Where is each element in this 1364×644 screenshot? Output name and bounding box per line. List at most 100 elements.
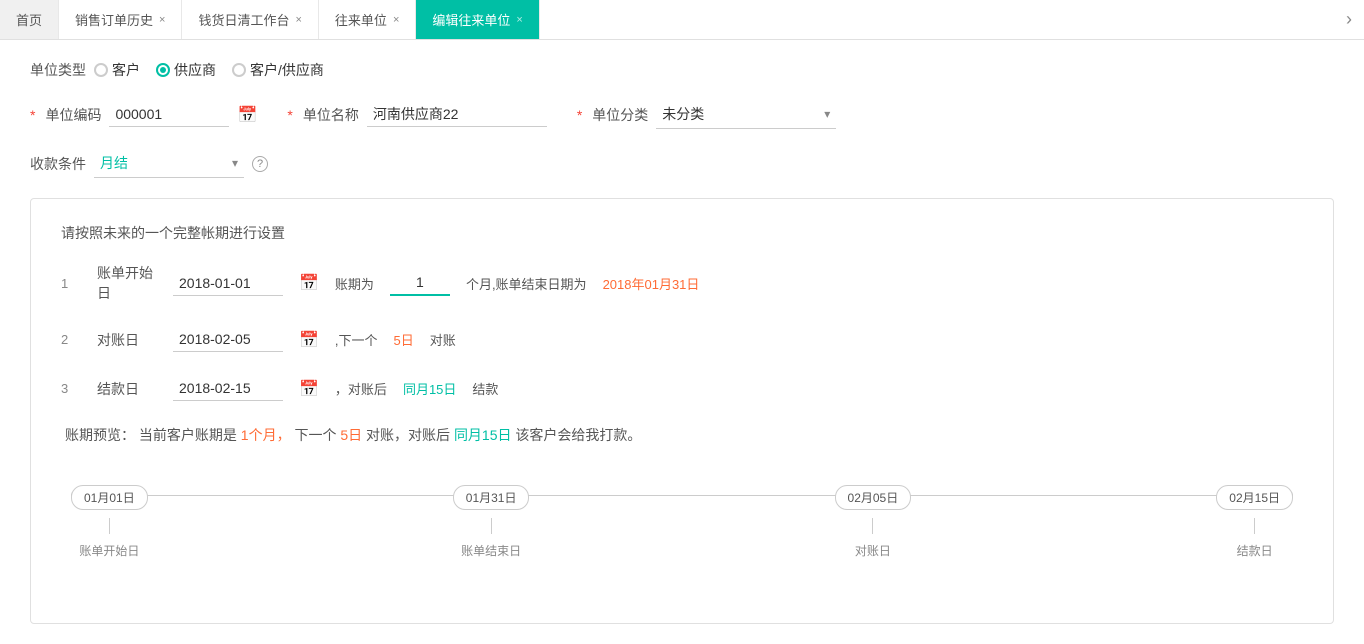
preview-label: 账期预览： — [65, 427, 135, 443]
tab-sales-history-label: 销售订单历史 — [75, 10, 153, 29]
period-row-3-highlight: 同月15日 — [403, 379, 456, 398]
unit-name-required: * — [287, 107, 292, 123]
period-row-1-desc-prefix: 账期为 — [335, 274, 374, 293]
period-row-1-desc-suffix: 个月,账单结束日期为 — [466, 274, 587, 293]
period-row-2-cal-icon[interactable]: 📅 — [299, 330, 319, 350]
timeline-tick-2 — [491, 518, 492, 534]
payment-terms-value: 月结 — [100, 153, 228, 173]
timeline-label-4: 结款日 — [1237, 542, 1273, 559]
tab-sales-history-close[interactable]: × — [159, 14, 165, 26]
period-row-1-date[interactable] — [173, 271, 283, 296]
unit-name-field: * 单位名称 — [287, 102, 546, 127]
timeline-label-2: 账单结束日 — [461, 542, 521, 559]
period-row-3-cal-icon[interactable]: 📅 — [299, 379, 319, 399]
tab-partners-close[interactable]: × — [393, 14, 399, 26]
tab-partners[interactable]: 往来单位 × — [319, 0, 416, 39]
timeline-point-4: 02月15日 结款日 — [1216, 485, 1293, 559]
timeline-badge-2: 01月31日 — [453, 485, 530, 510]
period-row-3: 3 结款日 📅 ，对账后 同月15日 结款 — [61, 376, 1303, 401]
timeline-point-2: 01月31日 账单结束日 — [453, 485, 530, 559]
period-row-3-date[interactable] — [173, 376, 283, 401]
unit-name-label: 单位名称 — [303, 105, 359, 125]
tab-edit-partner[interactable]: 编辑往来单位 × — [416, 0, 539, 39]
radio-supplier-label: 供应商 — [174, 60, 216, 80]
period-row-3-num: 3 — [61, 381, 81, 396]
unit-category-value: 未分类 — [662, 104, 820, 124]
main-content: 单位类型 客户 供应商 客户/供应商 * 单位编码 — [0, 40, 1364, 644]
unit-code-required: * — [30, 107, 35, 123]
preview-text-prefix: 当前客户账期是 — [139, 427, 237, 443]
timeline-point-3: 02月05日 对账日 — [835, 485, 912, 559]
timeline-badge-1: 01月01日 — [71, 485, 148, 510]
period-row-2-num: 2 — [61, 332, 81, 347]
timeline-tick-1 — [109, 518, 110, 534]
timeline-label-3: 对账日 — [855, 542, 891, 559]
period-row-1: 1 账单开始日 📅 账期为 个月,账单结束日期为 2018年01月31日 — [61, 263, 1303, 303]
tab-cash-workbench-label: 钱货日清工作台 — [198, 10, 289, 29]
period-box-title: 请按照未来的一个完整帐期进行设置 — [61, 223, 1303, 243]
unit-type-label: 单位类型 — [30, 60, 86, 80]
period-row-1-label: 账单开始日 — [97, 263, 157, 303]
radio-both-label: 客户/供应商 — [250, 60, 324, 80]
radio-customer-circle — [94, 63, 108, 77]
tab-cash-workbench-close[interactable]: × — [295, 14, 301, 26]
radio-both[interactable]: 客户/供应商 — [232, 60, 324, 80]
preview-period-highlight: 1个月， — [241, 427, 291, 443]
preview-section: 账期预览： 当前客户账期是 1个月， 下一个 5日 对账，对账后 同月15日 该… — [61, 425, 1303, 599]
unit-type-row: 单位类型 客户 供应商 客户/供应商 — [30, 60, 1334, 80]
radio-customer[interactable]: 客户 — [94, 60, 140, 80]
unit-name-input[interactable] — [367, 102, 547, 127]
period-row-2: 2 对账日 📅 ,下一个 5日 对账 — [61, 327, 1303, 352]
period-row-1-month-input[interactable] — [390, 270, 450, 296]
tabs-expand-button[interactable]: › — [1334, 0, 1364, 39]
unit-info-row: * 单位编码 📅 * 单位名称 * 单位分类 未分类 ▾ — [30, 100, 1334, 129]
timeline: 01月01日 账单开始日 01月31日 账单结束日 02月05日 对账日 — [61, 465, 1303, 599]
unit-category-field: * 单位分类 未分类 ▾ — [577, 100, 836, 129]
unit-code-field: * 单位编码 📅 — [30, 102, 257, 127]
payment-terms-chevron: ▾ — [232, 156, 238, 170]
period-row-3-label: 结款日 — [97, 379, 157, 399]
period-row-2-desc-suffix: 对账 — [430, 330, 456, 349]
period-row-1-highlight-date: 2018年01月31日 — [603, 274, 700, 293]
payment-terms-select[interactable]: 月结 ▾ — [94, 149, 244, 178]
period-row-2-desc-prefix: ,下一个 — [335, 330, 378, 349]
preview-payment-suffix: 该客户会给我打款。 — [515, 427, 641, 443]
period-row-1-cal-icon[interactable]: 📅 — [299, 273, 319, 293]
radio-supplier-circle — [156, 63, 170, 77]
period-row-3-desc-prefix: ，对账后 — [335, 379, 387, 398]
unit-code-label: 单位编码 — [45, 105, 101, 125]
timeline-points: 01月01日 账单开始日 01月31日 账单结束日 02月05日 对账日 — [71, 485, 1293, 559]
payment-terms-field: 收款条件 月结 ▾ ? — [30, 149, 268, 178]
tab-home[interactable]: 首页 — [0, 0, 59, 39]
timeline-badge-4: 02月15日 — [1216, 485, 1293, 510]
preview-reconcile-suffix: 对账，对账后 — [366, 427, 450, 443]
payment-terms-help-icon[interactable]: ? — [252, 156, 268, 172]
timeline-tick-4 — [1254, 518, 1255, 534]
radio-both-circle — [232, 63, 246, 77]
timeline-tick-3 — [872, 518, 873, 534]
unit-code-input[interactable] — [109, 102, 229, 127]
timeline-label-1: 账单开始日 — [79, 542, 139, 559]
tab-sales-history[interactable]: 销售订单历史 × — [59, 0, 182, 39]
timeline-point-1: 01月01日 账单开始日 — [71, 485, 148, 559]
timeline-badge-3: 02月05日 — [835, 485, 912, 510]
period-row-1-num: 1 — [61, 276, 81, 291]
unit-category-required: * — [577, 107, 582, 123]
preview-payment-highlight: 同月15日 — [454, 427, 512, 443]
tab-edit-partner-close[interactable]: × — [516, 14, 522, 26]
unit-code-calendar-icon[interactable]: 📅 — [237, 105, 257, 125]
unit-type-field: 单位类型 客户 供应商 客户/供应商 — [30, 60, 324, 80]
period-row-2-date[interactable] — [173, 327, 283, 352]
tab-home-label: 首页 — [16, 10, 42, 29]
preview-reconcile-prefix: 下一个 — [294, 427, 336, 443]
radio-customer-label: 客户 — [112, 60, 140, 80]
period-row-2-label: 对账日 — [97, 330, 157, 350]
radio-supplier[interactable]: 供应商 — [156, 60, 216, 80]
tab-partners-label: 往来单位 — [335, 10, 387, 29]
unit-category-select[interactable]: 未分类 ▾ — [656, 100, 836, 129]
tab-cash-workbench[interactable]: 钱货日清工作台 × — [182, 0, 318, 39]
payment-terms-label: 收款条件 — [30, 154, 86, 174]
period-row-2-highlight: 5日 — [394, 330, 414, 349]
preview-text: 账期预览： 当前客户账期是 1个月， 下一个 5日 对账，对账后 同月15日 该… — [61, 425, 1303, 445]
tab-edit-partner-label: 编辑往来单位 — [432, 10, 510, 29]
